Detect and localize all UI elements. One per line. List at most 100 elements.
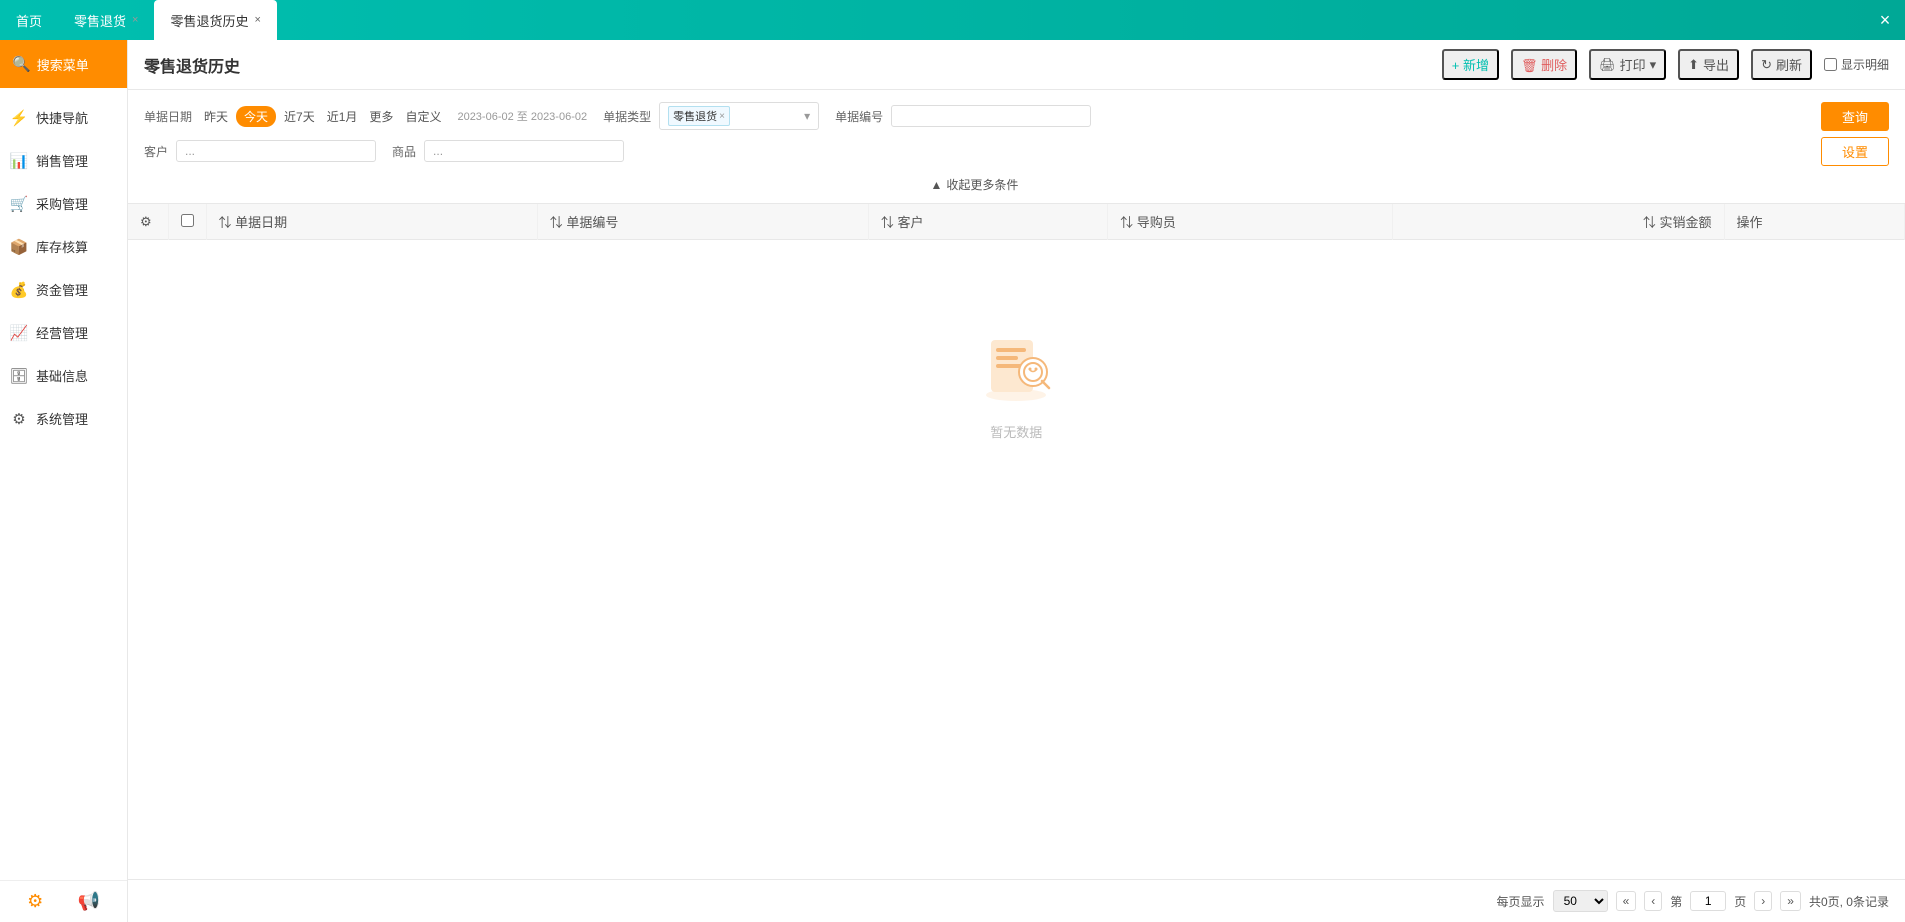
top-bar: 首页零售退货 × 零售退货历史 × × [0, 0, 1905, 40]
tab-1[interactable]: 零售退货 × [58, 0, 154, 40]
print-icon: 🖨 [1599, 57, 1616, 73]
prev-page-button[interactable]: ‹ [1644, 891, 1662, 911]
print-button[interactable]: 🖨 打印 ▾ [1589, 49, 1666, 80]
page-number-input[interactable]: 1 [1690, 891, 1726, 911]
delete-button[interactable]: 🗑 删除 [1511, 49, 1577, 80]
volume-icon[interactable]: 📢 [77, 891, 99, 912]
doc-type-tag-close[interactable]: × [719, 111, 725, 122]
tab-0[interactable]: 首页 [0, 0, 58, 40]
sidebar-item-4[interactable]: 💰 资金管理 [0, 268, 127, 311]
per-page-select[interactable]: 50 10 20 100 [1553, 890, 1608, 912]
nav-label-7: 系统管理 [36, 409, 88, 428]
tab-label-1: 零售退货 [74, 11, 126, 30]
nav-icon-4: 💰 [10, 281, 28, 299]
sidebar-search[interactable]: 🔍 搜索菜单 [0, 40, 127, 88]
search-icon: 🔍 [12, 55, 31, 73]
collapse-up-icon: ▲ [931, 178, 943, 192]
th-settings: ⚙ [128, 204, 168, 240]
date-btn-7days[interactable]: 近7天 [280, 106, 319, 127]
tab-label-2: 零售退货历史 [170, 11, 248, 30]
sidebar-footer: ⚙ 📢 [0, 880, 127, 922]
date-filter: 单据日期 昨天 今天 近7天 近1月 更多 自定义 2023-06-02 至 2… [144, 106, 587, 127]
table-settings-icon[interactable]: ⚙ [140, 214, 152, 229]
th-guide: ⇅ 导购员 [1108, 204, 1393, 240]
sidebar-item-5[interactable]: 📈 经营管理 [0, 311, 127, 354]
doc-no-label: 单据编号 [835, 108, 883, 125]
settings-icon[interactable]: ⚙ [27, 891, 43, 912]
th-operations: 操作 [1724, 204, 1904, 240]
window-close-button[interactable]: × [1865, 10, 1905, 31]
next-page-button[interactable]: › [1754, 891, 1772, 911]
nav-icon-3: 📦 [10, 238, 28, 256]
date-btn-yesterday[interactable]: 昨天 [200, 106, 232, 127]
date-btn-today[interactable]: 今天 [236, 106, 276, 127]
first-page-button[interactable]: « [1616, 891, 1637, 911]
th-amount: ⇅ 实销金额 [1393, 204, 1724, 240]
refresh-button[interactable]: ↻ 刷新 [1751, 49, 1812, 80]
collapse-button[interactable]: ▲ 收起更多条件 [144, 172, 1805, 195]
sidebar-item-1[interactable]: 📊销售管理 [0, 139, 127, 182]
nav-label-4: 资金管理 [36, 280, 88, 299]
customer-input[interactable]: ... [176, 140, 376, 162]
th-amount-label: 实销金额 [1660, 215, 1712, 230]
tab-close-2[interactable]: × [254, 14, 260, 26]
nav-label-5: 经营管理 [36, 323, 88, 342]
empty-text: 暂无数据 [990, 422, 1042, 441]
table-header-row: ⚙ ⇅ 单据日期 ⇅ 单据编号 ⇅ 客户 [128, 204, 1905, 240]
doc-type-select[interactable]: 零售退货 × ▾ [659, 102, 819, 130]
goods-filter: 商品 ... [392, 140, 624, 162]
show-detail-checkbox[interactable]: 显示明细 [1824, 56, 1889, 73]
sidebar: 🔍 搜索菜单 ⚡快捷导航📊销售管理🛒采购管理 📦 库存核算 💰 资金管理 📈 经营管理 🗄基础… [0, 40, 128, 922]
page-suffix-label: 页 [1734, 893, 1746, 910]
sidebar-item-2[interactable]: 🛒采购管理 [0, 182, 127, 225]
th-doc-date-label: 单据日期 [235, 215, 287, 230]
doc-type-chevron-icon: ▾ [804, 109, 810, 123]
th-customer: ⇅ 客户 [868, 204, 1107, 240]
sidebar-search-label: 搜索菜单 [37, 55, 89, 74]
empty-illustration [971, 320, 1061, 410]
nav-icon-6: 🗄 [10, 367, 28, 385]
main-layout: 🔍 搜索菜单 ⚡快捷导航📊销售管理🛒采购管理 📦 库存核算 💰 资金管理 📈 经营管理 🗄基础… [0, 40, 1905, 922]
filter-row-2: 客户 ... 商品 ... [144, 140, 1805, 162]
nav-label-3: 库存核算 [36, 237, 88, 256]
page-header: 零售退货历史 + 新增 🗑 删除 🖨 打印 ▾ ⬆ 导出 ↻ 刷新 [128, 40, 1905, 90]
filter-area: 单据日期 昨天 今天 近7天 近1月 更多 自定义 2023-06-02 至 2… [128, 90, 1905, 204]
th-doc-no: ⇅ 单据编号 [537, 204, 868, 240]
show-detail-label: 显示明细 [1841, 56, 1889, 73]
show-detail-input[interactable] [1824, 58, 1837, 71]
select-all-checkbox[interactable] [181, 214, 194, 227]
settings-button[interactable]: 设置 [1821, 137, 1889, 166]
sidebar-item-7[interactable]: ⚙系统管理 [0, 397, 127, 440]
export-button[interactable]: ⬆ 导出 [1678, 49, 1739, 80]
nav-icon-2: 🛒 [10, 195, 28, 213]
pagination-summary: 共0页, 0条记录 [1809, 893, 1889, 910]
doc-type-tag: 零售退货 × [668, 106, 730, 126]
content-area: 零售退货历史 + 新增 🗑 删除 🖨 打印 ▾ ⬆ 导出 ↻ 刷新 [128, 40, 1905, 922]
th-doc-date: ⇅ 单据日期 [206, 204, 537, 240]
last-page-button[interactable]: » [1780, 891, 1801, 911]
data-table: ⚙ ⇅ 单据日期 ⇅ 单据编号 ⇅ 客户 [128, 204, 1905, 521]
sidebar-item-3[interactable]: 📦 库存核算 [0, 225, 127, 268]
date-btn-custom[interactable]: 自定义 [401, 106, 445, 127]
add-button[interactable]: + 新增 [1442, 49, 1499, 80]
query-button[interactable]: 查询 [1821, 102, 1889, 131]
customer-filter: 客户 ... [144, 140, 376, 162]
table-body: 暂无数据 [128, 240, 1905, 522]
per-page-label: 每页显示 [1497, 893, 1545, 910]
date-btn-more[interactable]: 更多 [365, 106, 397, 127]
sidebar-item-6[interactable]: 🗄基础信息 [0, 354, 127, 397]
export-icon: ⬆ [1688, 57, 1699, 73]
sidebar-nav: ⚡快捷导航📊销售管理🛒采购管理 📦 库存核算 💰 资金管理 📈 经营管理 🗄基础信息⚙系统管理 [0, 88, 127, 880]
date-label: 单据日期 [144, 108, 192, 125]
nav-icon-5: 📈 [10, 324, 28, 342]
th-operations-label: 操作 [1737, 215, 1763, 230]
doc-type-tag-text: 零售退货 [673, 108, 717, 124]
sidebar-item-0[interactable]: ⚡快捷导航 [0, 96, 127, 139]
tab-close-1[interactable]: × [132, 14, 138, 26]
doc-no-input[interactable] [891, 105, 1091, 127]
goods-input[interactable]: ... [424, 140, 624, 162]
doc-no-filter: 单据编号 [835, 105, 1091, 127]
tab-2[interactable]: 零售退货历史 × [154, 0, 276, 40]
page-title: 零售退货历史 [144, 53, 240, 77]
date-btn-1month[interactable]: 近1月 [323, 106, 362, 127]
